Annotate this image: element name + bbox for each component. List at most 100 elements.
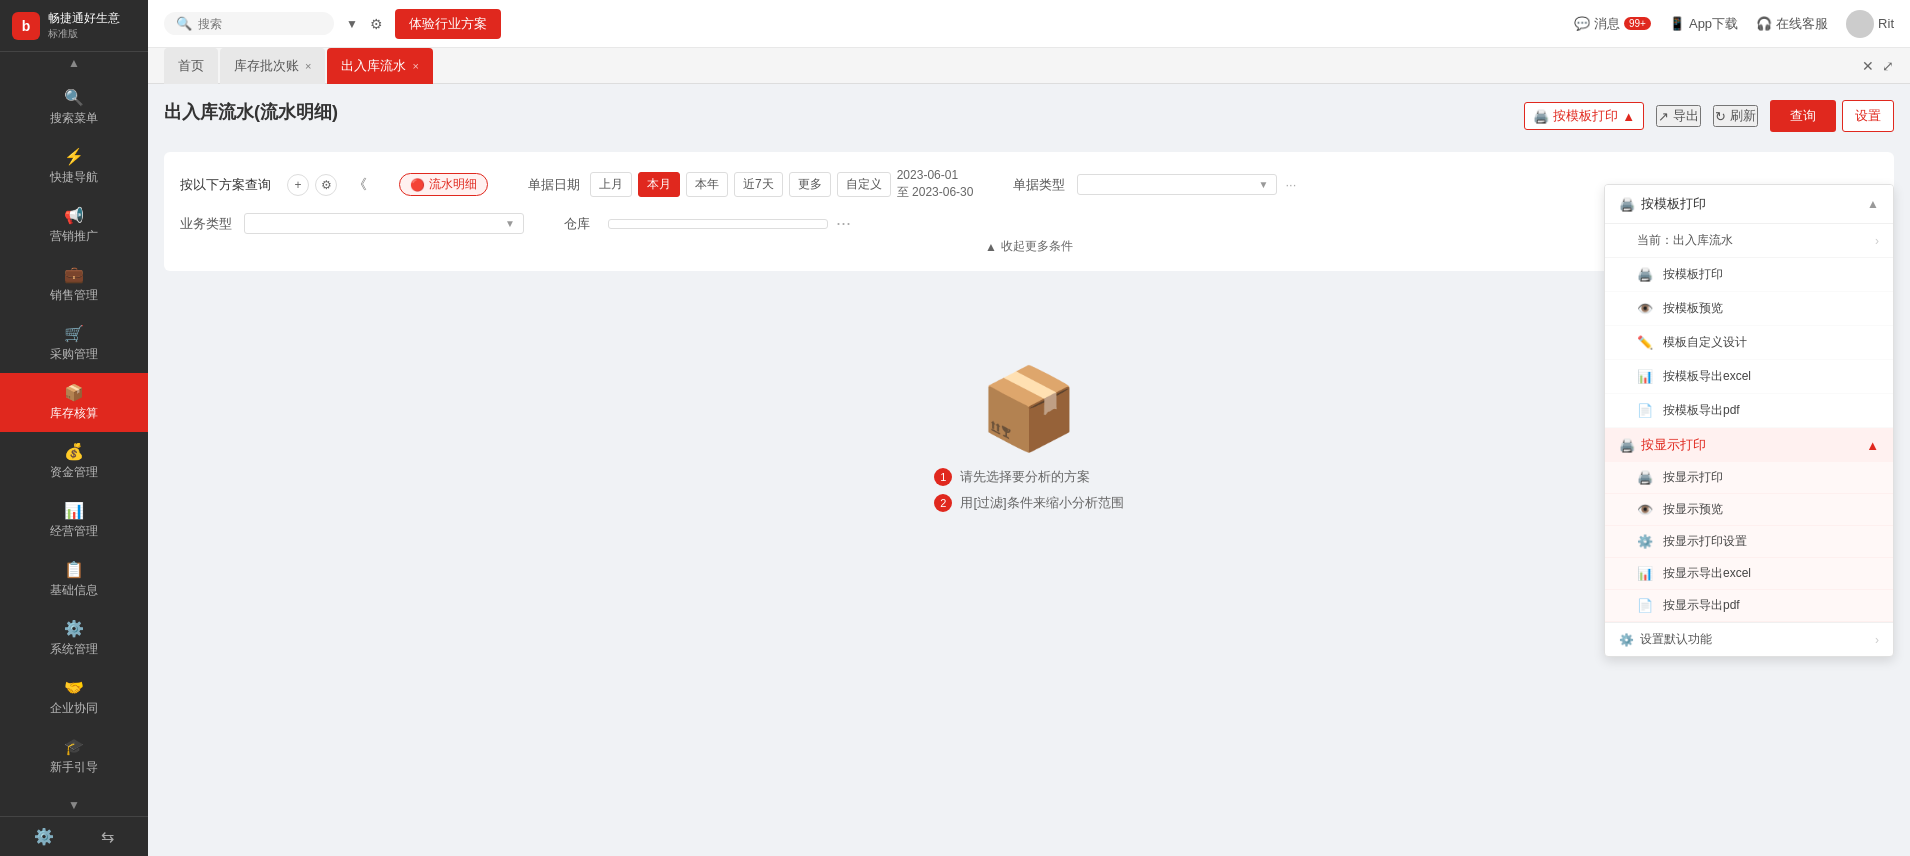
date-btn-more[interactable]: 更多 bbox=[789, 172, 831, 197]
date-range-start: 2023-06-01 bbox=[897, 168, 974, 182]
print-dropdown-arrow[interactable]: ▲ bbox=[1622, 109, 1635, 124]
message-label: 消息 bbox=[1594, 15, 1620, 33]
date-btn-last-month[interactable]: 上月 bbox=[590, 172, 632, 197]
sidebar-item-quick-nav[interactable]: ⚡ 快捷导航 bbox=[0, 137, 148, 196]
sidebar-item-finance[interactable]: 💰 资金管理 bbox=[0, 432, 148, 491]
dp-template-excel-icon: 📊 bbox=[1637, 369, 1653, 384]
sidebar-item-purchase[interactable]: 🛒 采购管理 bbox=[0, 314, 148, 373]
dp-sub-item-display-pdf[interactable]: 📄 按显示导出pdf bbox=[1605, 590, 1893, 622]
collapse-sidebar-icon[interactable]: ⇆ bbox=[101, 827, 114, 846]
sidebar-item-sales[interactable]: 💼 销售管理 bbox=[0, 255, 148, 314]
sidebar-item-business[interactable]: 📊 经营管理 bbox=[0, 491, 148, 550]
message-item[interactable]: 💬 消息 99+ bbox=[1574, 15, 1651, 33]
logo-name: 畅捷通好生意 bbox=[48, 10, 120, 27]
dp-sub-item-display-excel[interactable]: 📊 按显示导出excel bbox=[1605, 558, 1893, 590]
business-type-filter: 业务类型 ▼ bbox=[180, 213, 524, 234]
warehouse-select[interactable] bbox=[608, 219, 828, 229]
sidebar-item-system[interactable]: ⚙️ 系统管理 bbox=[0, 609, 148, 668]
tab-batch-account-close[interactable]: × bbox=[305, 60, 311, 72]
tab-batch-account[interactable]: 库存批次账 × bbox=[220, 48, 325, 84]
collapse-up-icon: ▲ bbox=[985, 240, 997, 254]
dp-item-template-print[interactable]: 🖨️ 按模板打印 bbox=[1605, 258, 1893, 292]
message-badge: 99+ bbox=[1624, 17, 1651, 30]
sidebar-item-basics-label: 基础信息 bbox=[50, 582, 98, 599]
settings-button[interactable]: 设置 bbox=[1842, 100, 1894, 132]
filter-collapse-icon[interactable]: 《 bbox=[353, 176, 367, 194]
print-icon: 🖨️ bbox=[1533, 109, 1549, 124]
online-service-label: 在线客服 bbox=[1776, 15, 1828, 33]
dp-sub-item-display-print[interactable]: 🖨️ 按显示打印 bbox=[1605, 462, 1893, 494]
dp-footer[interactable]: ⚙️ 设置默认功能 › bbox=[1605, 622, 1893, 656]
dp-item-template-excel[interactable]: 📊 按模板导出excel bbox=[1605, 360, 1893, 394]
dp-section-active-header[interactable]: 🖨️ 按显示打印 ▲ bbox=[1605, 428, 1893, 462]
dp-item-template-preview[interactable]: 👁️ 按模板预览 bbox=[1605, 292, 1893, 326]
online-service-item[interactable]: 🎧 在线客服 bbox=[1756, 15, 1828, 33]
dp-item-template-pdf[interactable]: 📄 按模板导出pdf bbox=[1605, 394, 1893, 428]
print-button[interactable]: 🖨️ 按模板打印 ▲ bbox=[1524, 102, 1644, 130]
doc-type-more-icon[interactable]: ··· bbox=[1285, 177, 1296, 192]
dp-sub-item-display-settings[interactable]: ⚙️ 按显示打印设置 bbox=[1605, 526, 1893, 558]
empty-step-2: 2 用[过滤]条件来缩小分析范围 bbox=[934, 494, 1123, 512]
sidebar-item-inventory[interactable]: 📦 库存核算 bbox=[0, 373, 148, 432]
refresh-label: 刷新 bbox=[1730, 107, 1756, 125]
logo-icon: b bbox=[12, 12, 40, 40]
date-btn-this-year[interactable]: 本年 bbox=[686, 172, 728, 197]
date-btn-7days[interactable]: 近7天 bbox=[734, 172, 783, 197]
scroll-down-icon[interactable]: ▼ bbox=[68, 798, 80, 812]
sidebar-item-basics[interactable]: 📋 基础信息 bbox=[0, 550, 148, 609]
topbar-right: 💬 消息 99+ 📱 App下载 🎧 在线客服 Rit bbox=[1574, 10, 1894, 38]
maximize-icon[interactable]: ⤢ bbox=[1882, 58, 1894, 74]
guide-icon: 🎓 bbox=[64, 737, 84, 756]
filter-settings-button[interactable]: ⚙ bbox=[315, 174, 337, 196]
sidebar: b 畅捷通好生意 标准版 ▲ 🔍 搜索菜单 ⚡ 快捷导航 📢 营销推广 💼 销售… bbox=[0, 0, 148, 856]
empty-illustration: 📦 bbox=[979, 362, 1079, 456]
sidebar-item-guide[interactable]: 🎓 新手引导 bbox=[0, 727, 148, 786]
sidebar-item-search[interactable]: 🔍 搜索菜单 bbox=[0, 78, 148, 137]
topbar-dropdown-icon[interactable]: ▼ bbox=[346, 17, 358, 31]
dp-item-template-design[interactable]: ✏️ 模板自定义设计 bbox=[1605, 326, 1893, 360]
inventory-icon: 📦 bbox=[64, 383, 84, 402]
sidebar-item-collab[interactable]: 🤝 企业协同 bbox=[0, 668, 148, 727]
export-button[interactable]: ↗ 导出 bbox=[1656, 105, 1701, 127]
refresh-button[interactable]: ↻ 刷新 bbox=[1713, 105, 1758, 127]
tab-home[interactable]: 首页 bbox=[164, 48, 218, 84]
dp-item-template-preview-label: 按模板预览 bbox=[1663, 300, 1723, 317]
filter-tag-item[interactable]: 🔴 流水明细 bbox=[399, 173, 488, 196]
warehouse-more-icon[interactable]: ··· bbox=[836, 213, 851, 234]
app-download-item[interactable]: 📱 App下载 bbox=[1669, 15, 1738, 33]
date-range-separator: 至 2023-06-30 bbox=[897, 184, 974, 201]
topbar-search-input[interactable] bbox=[198, 17, 318, 31]
sidebar-item-marketing[interactable]: 📢 营销推广 bbox=[0, 196, 148, 255]
topbar-search-box[interactable]: 🔍 bbox=[164, 12, 334, 35]
trial-button[interactable]: 体验行业方案 bbox=[395, 9, 501, 39]
scroll-up-icon[interactable]: ▲ bbox=[68, 56, 80, 70]
dp-sub-item-display-preview[interactable]: 👁️ 按显示预览 bbox=[1605, 494, 1893, 526]
dp-header: 🖨️ 按模板打印 ▲ bbox=[1605, 185, 1893, 224]
dp-template-preview-icon: 👁️ bbox=[1637, 301, 1653, 316]
settings-bottom-icon[interactable]: ⚙️ bbox=[34, 827, 54, 846]
tab-flow-close[interactable]: × bbox=[412, 60, 418, 72]
dp-template-section: 🖨️ 按模板打印 👁️ 按模板预览 ✏️ 模板自定义设计 📊 按模板导出exce… bbox=[1605, 258, 1893, 428]
minimize-icon[interactable]: ✕ bbox=[1862, 58, 1874, 74]
flow-tag-label: 流水明细 bbox=[429, 176, 477, 193]
topbar-gear-icon[interactable]: ⚙ bbox=[370, 16, 383, 32]
dp-footer-icon-group: ⚙️ 设置默认功能 bbox=[1619, 631, 1712, 648]
collapse-button[interactable]: ▲ 收起更多条件 bbox=[985, 238, 1073, 255]
filter-add-button[interactable]: + bbox=[287, 174, 309, 196]
search-icon: 🔍 bbox=[64, 88, 84, 107]
step-2-number: 2 bbox=[934, 494, 952, 512]
user-item[interactable]: Rit bbox=[1846, 10, 1894, 38]
doc-type-select[interactable]: ▼ bbox=[1077, 174, 1277, 195]
query-button[interactable]: 查询 bbox=[1770, 100, 1836, 132]
dp-display-section: 🖨️ 按显示打印 ▲ 🖨️ 按显示打印 👁️ 按显示预览 ⚙️ 按显示打印设置 bbox=[1605, 428, 1893, 622]
empty-step-1: 1 请先选择要分析的方案 bbox=[934, 468, 1123, 486]
sidebar-item-app-center[interactable]: 📱 应用中心 bbox=[0, 786, 148, 794]
dp-section-icon-group: 🖨️ 按显示打印 bbox=[1619, 436, 1706, 454]
date-btn-this-month[interactable]: 本月 bbox=[638, 172, 680, 197]
empty-steps: 1 请先选择要分析的方案 2 用[过滤]条件来缩小分析范围 bbox=[934, 468, 1123, 512]
date-label: 单据日期 bbox=[528, 176, 584, 194]
date-btn-custom[interactable]: 自定义 bbox=[837, 172, 891, 197]
tab-flow[interactable]: 出入库流水 × bbox=[327, 48, 432, 84]
dp-header-up-arrow[interactable]: ▲ bbox=[1867, 197, 1879, 211]
business-type-select[interactable]: ▼ bbox=[244, 213, 524, 234]
